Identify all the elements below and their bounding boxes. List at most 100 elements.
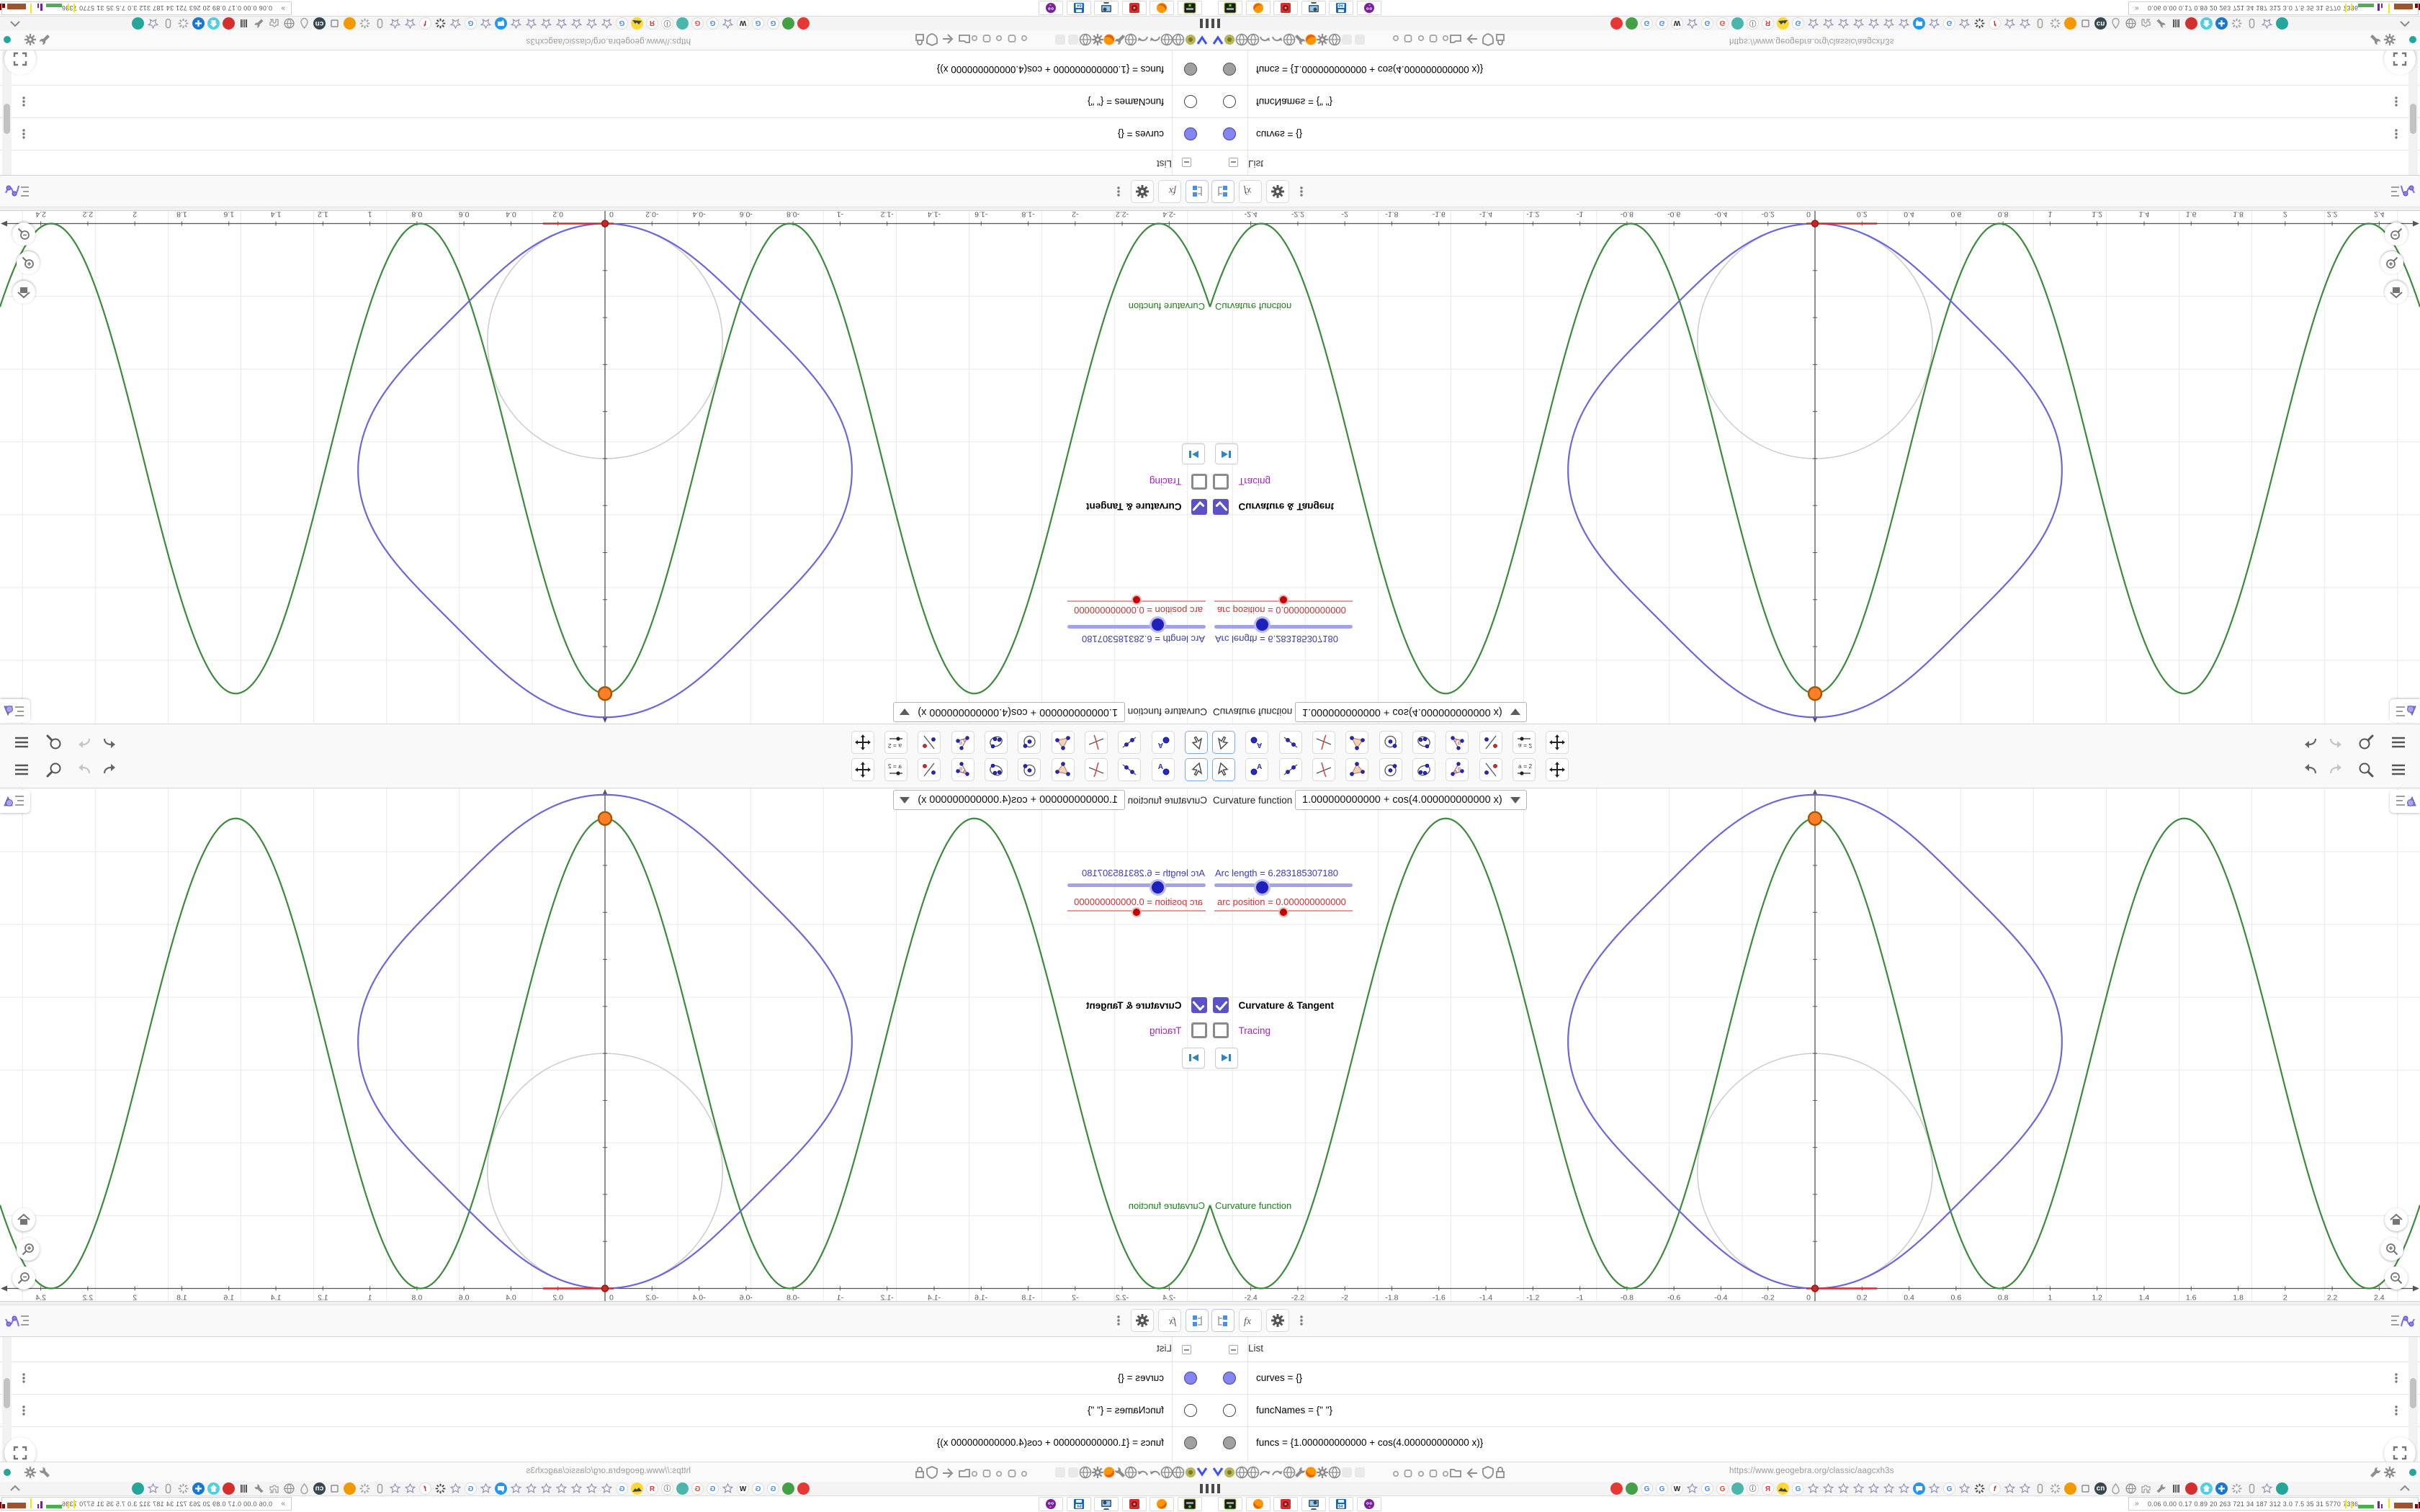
favicon-pill[interactable] (162, 1482, 174, 1495)
skip-forward-button[interactable] (1215, 1048, 1238, 1068)
arc-position-slider-knob[interactable] (1131, 595, 1142, 605)
curve-point[interactable] (601, 220, 609, 228)
tool-line[interactable] (1118, 758, 1142, 781)
tool-slider[interactable]: a = 2 (884, 731, 908, 754)
favicon-G[interactable]: G (767, 1482, 779, 1495)
toolbar-search-button[interactable] (2357, 760, 2375, 779)
favicon-star[interactable] (147, 17, 159, 30)
favicon-gear[interactable]: circle cx="10" cy="10" r="4.5" fill="#42… (1973, 1482, 1986, 1495)
taskbar-app-firefox[interactable] (1150, 1497, 1175, 1511)
tool-reflect[interactable] (1479, 731, 1502, 754)
zoom-in-button[interactable] (17, 1238, 40, 1261)
favicon-dot[interactable] (782, 1482, 794, 1495)
taskbar-app-firefox[interactable] (1150, 1, 1175, 15)
tool-move-graphics-view[interactable] (851, 758, 874, 781)
fx-button[interactable]: fx (1239, 180, 1262, 203)
favicon-G[interactable]: G (691, 1482, 704, 1495)
arc-icon[interactable] (1136, 32, 1150, 47)
visibility-toggle[interactable] (1223, 95, 1236, 108)
favicon-G[interactable]: G (691, 17, 704, 30)
row-menu-icon[interactable] (17, 1404, 30, 1417)
favicon-G[interactable]: G (707, 1482, 719, 1495)
tool-perpendicular[interactable] (1312, 758, 1335, 781)
favicon-globe[interactable] (283, 17, 295, 30)
favicon-egg[interactable] (2110, 17, 2122, 30)
tool-perpendicular[interactable] (1085, 758, 1108, 781)
tool-perpendicular[interactable] (1085, 731, 1108, 754)
favicon-i[interactable]: ⓘ (661, 17, 673, 30)
favicon-R[interactable]: Я (1762, 1482, 1774, 1495)
favicon-puzzle[interactable] (2140, 17, 2152, 30)
toolbar-search-button[interactable] (2357, 733, 2375, 752)
tracing-checkbox[interactable] (1191, 474, 1207, 490)
row-menu-icon[interactable] (17, 1372, 30, 1385)
favicon-pill[interactable] (162, 17, 174, 30)
favicon-photo[interactable] (631, 1482, 643, 1495)
favicon-f[interactable]: f (419, 1482, 431, 1495)
favicon-gear[interactable]: circle cx="10" cy="10" r="4.5" fill="#42… (434, 17, 447, 30)
tool-ellipse[interactable] (985, 758, 1008, 781)
favicon-star[interactable] (540, 17, 552, 30)
favicon-W[interactable]: W (1671, 17, 1683, 30)
taskbar-app-red-settings[interactable] (1122, 1, 1147, 15)
taskbar-app-screenshot-tool[interactable] (1218, 1497, 1242, 1511)
favicon-barrel[interactable] (2170, 17, 2182, 30)
arc-icon[interactable] (1148, 1465, 1162, 1480)
favicon-W[interactable]: W (1671, 1482, 1683, 1495)
dotS-icon[interactable] (992, 32, 1006, 47)
tool-circle-center-point[interactable] (1379, 731, 1402, 754)
toolbar-menu-button[interactable] (2389, 733, 2408, 752)
graphics-settings-card[interactable] (0, 790, 30, 813)
favicon-R[interactable]: Я (1762, 17, 1774, 30)
favicon-egg[interactable] (298, 1482, 310, 1495)
fx-button[interactable]: fx (1158, 1309, 1181, 1332)
sqS-icon[interactable] (1401, 32, 1415, 47)
sqS-icon[interactable] (1005, 1465, 1019, 1480)
ghost-icon[interactable] (1053, 32, 1067, 47)
algebra-tree-button[interactable] (1186, 180, 1209, 203)
favicon-star[interactable] (722, 17, 734, 30)
pause-icon[interactable] (1198, 1484, 1209, 1493)
favicon-gear[interactable]: circle cx="10" cy="10" r="4.5" fill="#42… (1973, 17, 1986, 30)
favicon-photo[interactable] (1777, 17, 1789, 30)
tracing-checkbox[interactable] (1213, 474, 1229, 490)
favicon-G[interactable]: G (465, 1482, 477, 1495)
wrench-icon[interactable] (2368, 32, 2383, 47)
favicon-star[interactable] (1852, 1482, 1865, 1495)
gdot-icon[interactable] (0, 1465, 14, 1480)
settings-button[interactable] (1131, 180, 1154, 203)
toolbar-redo-button[interactable] (2326, 733, 2345, 752)
favicon-star[interactable] (1807, 1482, 1819, 1495)
favicon-G[interactable]: G (752, 17, 764, 30)
row-menu-icon[interactable] (2390, 1372, 2403, 1385)
favicon-dot[interactable] (223, 1482, 235, 1495)
taskbar-app-screenshot-tool[interactable] (1218, 1, 1242, 15)
dotS-icon[interactable] (1017, 1465, 1031, 1480)
tool-polygon[interactable] (1051, 731, 1075, 754)
favicon-wrench[interactable] (2155, 1482, 2167, 1495)
lock-icon[interactable] (913, 1465, 927, 1480)
tool-slider[interactable]: a = 2 (884, 758, 908, 781)
row-menu-icon[interactable] (17, 95, 30, 108)
favicon-star[interactable] (1852, 17, 1865, 30)
odot-icon[interactable] (1183, 32, 1198, 47)
settings-button[interactable] (1266, 1309, 1289, 1332)
favicon-plus[interactable] (192, 17, 205, 30)
favicon-star[interactable] (601, 17, 613, 30)
scrollbar-thumb[interactable] (2410, 104, 2416, 134)
favicon-star[interactable] (404, 1482, 416, 1495)
favicon-gear[interactable]: circle cx="10" cy="10" r="4.5" fill="#9e… (177, 1482, 189, 1495)
favicon-cn[interactable]: cn (313, 1482, 326, 1495)
favicon-star[interactable] (389, 1482, 401, 1495)
chevron-up-icon[interactable] (10, 1485, 20, 1492)
favicon-dot[interactable] (1731, 1482, 1744, 1495)
page-url[interactable]: https://www.geogebra.org/classic/aagcxh3… (526, 1467, 691, 1475)
favicon-star[interactable] (1686, 17, 1698, 30)
favicon-pill[interactable] (374, 1482, 386, 1495)
sqS-icon[interactable] (1005, 32, 1019, 47)
fx-button[interactable]: fx (1239, 1309, 1262, 1332)
ghost-icon[interactable] (1353, 32, 1367, 47)
tool-polygon[interactable] (1051, 758, 1075, 781)
system-monitor-widget[interactable]: » 0.06 0.00 0.17 0.89 20 263 721 34 187 … (2128, 1, 2420, 15)
function-input[interactable]: 1.000000000000 + cos(4.000000000000 x) (1295, 790, 1527, 810)
